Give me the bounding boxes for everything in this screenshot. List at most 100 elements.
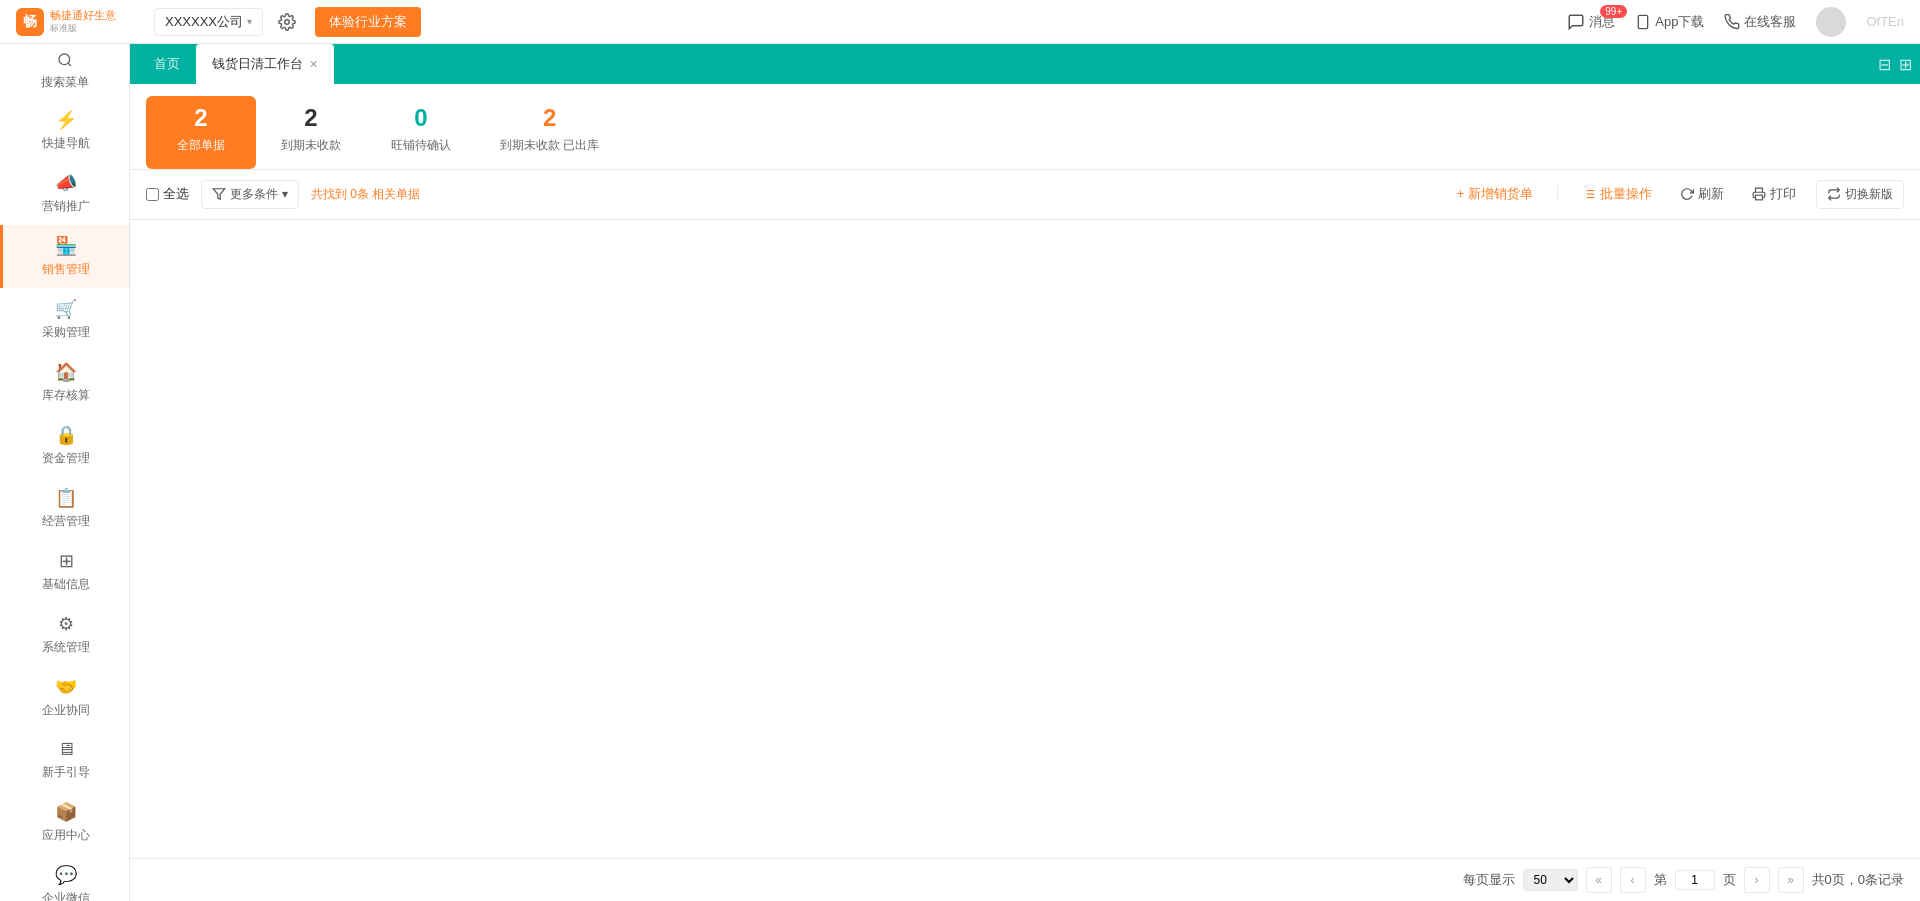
guide-icon: 🖥 [57,739,75,760]
refresh-button[interactable]: 刷新 [1672,180,1732,208]
sidebar-item-enterprise-wechat[interactable]: 💬 企业微信 [0,854,129,901]
message-button[interactable]: 消息 99+ [1567,13,1615,31]
sidebar-item-sales[interactable]: 🏪 销售管理 [0,225,129,288]
inventory-icon: 🏠 [55,361,77,383]
operation-icon: 📋 [55,487,77,509]
sidebar-item-label: 应用中心 [42,827,90,844]
per-page-select[interactable]: 50 100 200 [1523,869,1578,891]
marketing-icon: 📣 [55,172,77,194]
company-selector[interactable]: XXXXXX公司 ▾ [154,8,263,36]
print-button[interactable]: 打印 [1744,180,1804,208]
sidebar-item-label: 库存核算 [42,387,90,404]
tab-workbench[interactable]: 钱货日清工作台 ✕ [196,44,334,84]
svg-rect-1 [1639,15,1648,28]
sidebar: 搜索菜单 ⚡ 快捷导航 📣 营销推广 🏪 销售管理 🛒 采购管理 🏠 库存核算 … [0,44,130,901]
last-page-button[interactable]: » [1778,867,1804,893]
svg-marker-5 [213,189,225,200]
logo-sub: 标准版 [50,22,116,35]
print-label: 打印 [1770,185,1796,203]
system-icon: ⚙ [58,613,74,635]
toolbar-right: + 新增销货单 批量操作 [1449,180,1904,209]
tab-home[interactable]: 首页 [138,44,196,84]
sidebar-item-marketing[interactable]: 📣 营销推广 [0,162,129,225]
main-content: 首页 钱货日清工作台 ✕ ⊟ ⊞ 2 全部单据 2 到期未收款 [130,44,1920,901]
online-service-button[interactable]: 在线客服 [1724,13,1796,31]
sidebar-item-app-center[interactable]: 📦 应用中心 [0,791,129,854]
filter-icon [212,187,226,201]
table-area [130,220,1920,858]
sidebar-item-label: 营销推广 [42,198,90,215]
sidebar-item-label: 快捷导航 [42,135,90,152]
online-service-label: 在线客服 [1744,13,1796,31]
sidebar-item-quick-nav[interactable]: ⚡ 快捷导航 [0,99,129,162]
toolbar: 全选 更多条件 ▾ 共找到 0条 相关单据 + 新增销货单 [130,170,1920,220]
app-download-button[interactable]: App下载 [1635,13,1704,31]
tab-bar: 首页 钱货日清工作台 ✕ ⊟ ⊞ [130,44,1920,84]
sidebar-search[interactable]: 搜索菜单 [0,44,129,99]
first-page-button[interactable]: « [1586,867,1612,893]
tab-workbench-label: 钱货日清工作台 [212,55,303,73]
pagination-bar: 每页显示 50 100 200 « ‹ 第 页 › » 共0页，0条记录 [130,858,1920,901]
total-label: 共0页，0条记录 [1812,871,1904,889]
sidebar-item-label: 新手引导 [42,764,90,781]
sales-icon: 🏪 [55,235,77,257]
avatar[interactable] [1816,7,1846,37]
top-header: 畅 畅捷通好生意 标准版 XXXXXX公司 ▾ 体验行业方案 消息 99+ [0,0,1920,44]
wechat-icon: 💬 [55,864,77,886]
select-all-checkbox[interactable]: 全选 [146,185,189,203]
stat-card-overdue-uncollected[interactable]: 2 到期未收款 [256,96,366,169]
stat-card-wangpu-pending[interactable]: 0 旺铺待确认 [366,96,476,169]
add-sales-order-label: + 新增销货单 [1457,185,1533,203]
experience-button[interactable]: 体验行业方案 [315,7,421,37]
per-page-label: 每页显示 [1463,871,1515,889]
add-sales-order-button[interactable]: + 新增销货单 [1449,180,1541,208]
tab-maximize-icon[interactable]: ⊞ [1899,55,1912,74]
prev-page-button[interactable]: ‹ [1620,867,1646,893]
svg-point-0 [285,19,290,24]
batch-icon [1582,187,1596,201]
chevron-down-icon: ▾ [247,16,252,27]
select-all-label: 全选 [163,185,189,203]
settings-button[interactable] [271,6,303,38]
sidebar-item-purchase[interactable]: 🛒 采购管理 [0,288,129,351]
logo-icon: 畅 [16,8,44,36]
logo-text: 畅捷通好生意 [50,8,116,22]
select-all-input[interactable] [146,188,159,201]
refresh-label: 刷新 [1698,185,1724,203]
sidebar-item-capital[interactable]: 🔒 资金管理 [0,414,129,477]
content-area: 2 全部单据 2 到期未收款 0 旺铺待确认 2 到期未收款 已出库 [130,84,1920,901]
header-right: 消息 99+ App下载 在线客服 OfTEn [1567,7,1904,37]
sidebar-item-label: 基础信息 [42,576,90,593]
filter-button[interactable]: 更多条件 ▾ [201,180,299,209]
page-input[interactable] [1675,870,1715,890]
sidebar-item-guide[interactable]: 🖥 新手引导 [0,729,129,791]
sidebar-item-label: 资金管理 [42,450,90,467]
layout: 搜索菜单 ⚡ 快捷导航 📣 营销推广 🏪 销售管理 🛒 采购管理 🏠 库存核算 … [0,44,1920,901]
stat-card-all[interactable]: 2 全部单据 [146,96,256,169]
next-page-button[interactable]: › [1744,867,1770,893]
tab-minimize-icon[interactable]: ⊟ [1878,55,1891,74]
purchase-icon: 🛒 [55,298,77,320]
batch-operation-button[interactable]: 批量操作 [1574,180,1660,208]
chevron-down-icon: ▾ [282,187,288,201]
sidebar-item-system[interactable]: ⚙ 系统管理 [0,603,129,666]
tab-close-icon[interactable]: ✕ [309,58,318,71]
batch-label: 批量操作 [1600,185,1652,203]
filter-label: 更多条件 [230,186,278,203]
search-icon [57,52,73,71]
svg-point-3 [59,54,70,65]
stat-card-overdue-shipped[interactable]: 2 到期未收款 已出库 [476,96,623,169]
sidebar-search-label: 搜索菜单 [41,74,89,91]
sidebar-item-label: 经营管理 [42,513,90,530]
capital-icon: 🔒 [55,424,77,446]
sidebar-item-inventory[interactable]: 🏠 库存核算 [0,351,129,414]
switch-version-button[interactable]: 切换新版 [1816,180,1904,209]
page-suffix: 页 [1723,871,1736,889]
sidebar-item-basic-info[interactable]: ⊞ 基础信息 [0,540,129,603]
sidebar-item-cooperation[interactable]: 🤝 企业协同 [0,666,129,729]
switch-version-label: 切换新版 [1845,186,1893,203]
divider [1557,186,1558,202]
tab-bar-actions: ⊟ ⊞ [1878,55,1912,74]
sidebar-item-label: 销售管理 [42,261,90,278]
sidebar-item-operation[interactable]: 📋 经营管理 [0,477,129,540]
